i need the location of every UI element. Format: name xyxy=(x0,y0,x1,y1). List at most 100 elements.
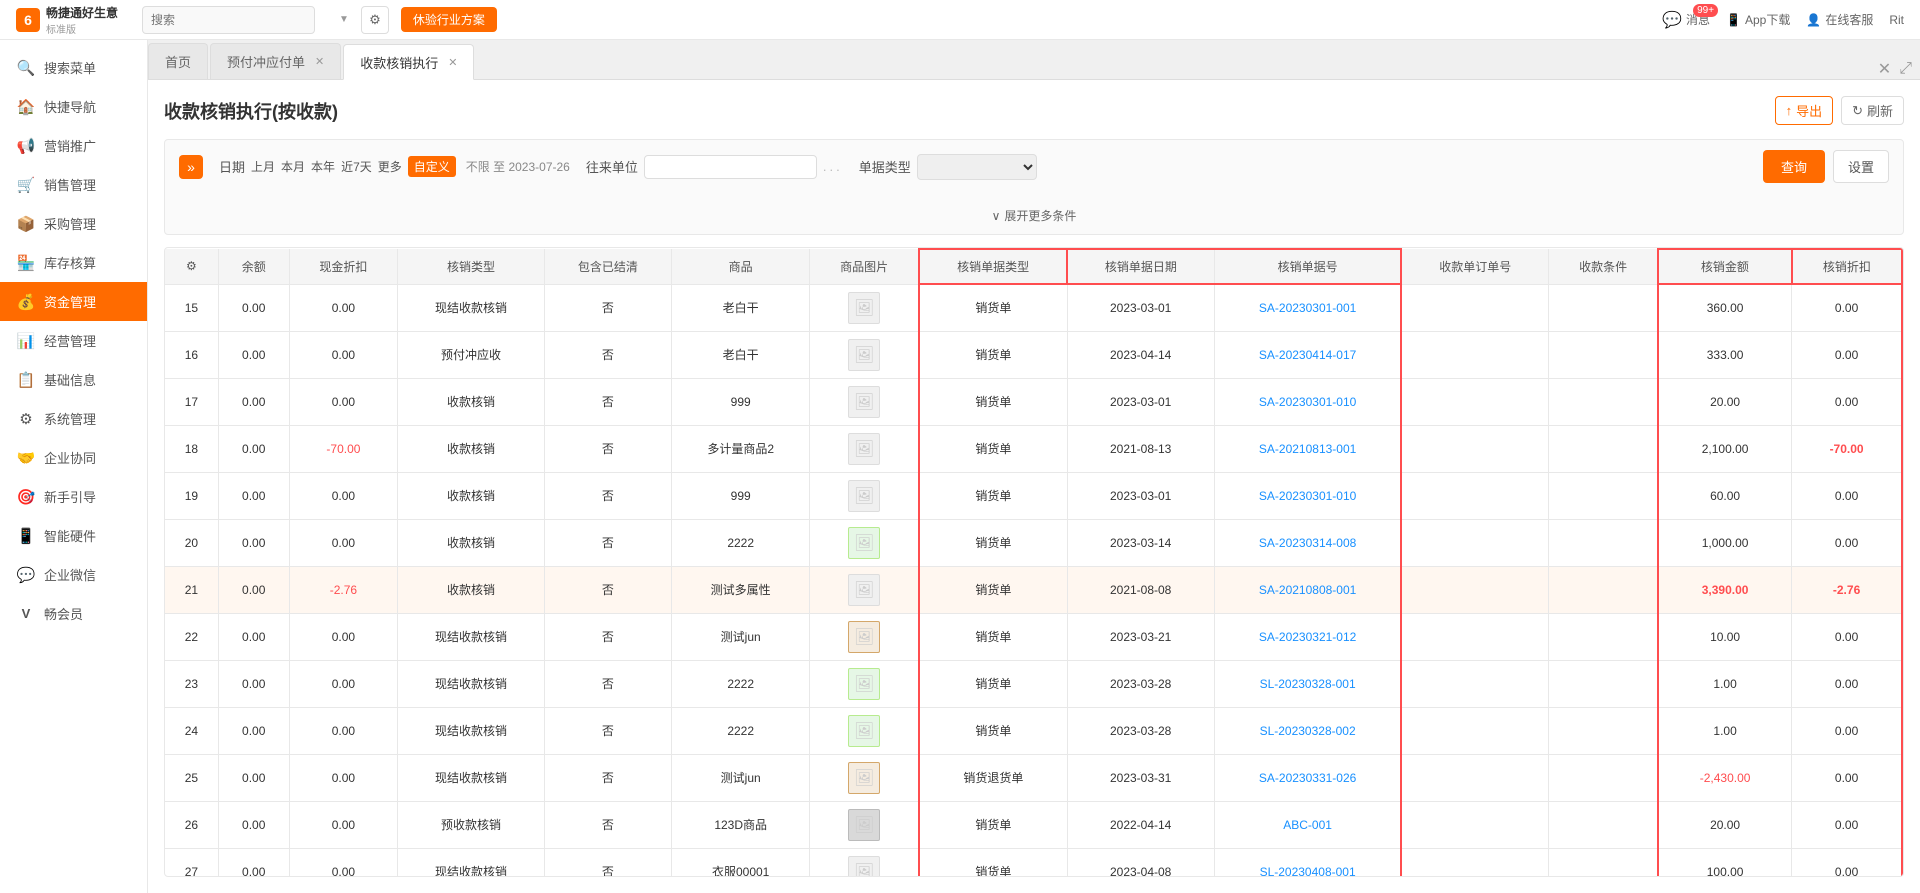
verify-no-link[interactable]: ABC-001 xyxy=(1283,818,1332,832)
td-verify-amount: 100.00 xyxy=(1658,848,1792,877)
basic-info-icon: 📋 xyxy=(16,371,36,389)
table-container[interactable]: ⚙ 余额 现金折扣 核销类型 包含已结清 商品 商品图片 核销单据类型 核销单据… xyxy=(164,247,1904,877)
td-verify-discount: 0.00 xyxy=(1792,519,1902,566)
td-goods: 测试jun xyxy=(672,613,810,660)
sidebar-item-system[interactable]: ⚙ 系统管理 xyxy=(0,399,147,438)
expand-tab-icon[interactable]: ⤢ xyxy=(1899,60,1912,78)
sidebar-item-enterprise-collab[interactable]: 🤝 企业协同 xyxy=(0,438,147,477)
goods-image-placeholder: 🖼 xyxy=(848,621,880,653)
sidebar-item-ops[interactable]: 📊 经营管理 xyxy=(0,321,147,360)
home-icon: 🏠 xyxy=(16,98,36,116)
verify-no-link[interactable]: SL-20230328-002 xyxy=(1260,724,1356,738)
settings-icon[interactable]: ⚙ xyxy=(361,6,389,34)
verify-no-link[interactable]: SA-20210813-001 xyxy=(1259,442,1356,456)
sidebar-item-marketing[interactable]: 📢 营销推广 xyxy=(0,126,147,165)
td-verify-type: 收款核销 xyxy=(398,472,544,519)
verify-no-link[interactable]: SA-20230301-001 xyxy=(1259,301,1356,315)
close-tab-icon[interactable]: ✕ xyxy=(1878,59,1891,79)
sidebar-item-purchase[interactable]: 📦 采购管理 xyxy=(0,204,147,243)
td-receipt-order-no xyxy=(1401,660,1548,707)
sidebar-item-newbie[interactable]: 🎯 新手引导 xyxy=(0,477,147,516)
verify-no-link[interactable]: SA-20230314-008 xyxy=(1259,536,1356,550)
td-verify-discount: 0.00 xyxy=(1792,331,1902,378)
sidebar-item-quick-nav[interactable]: 🏠 快捷导航 xyxy=(0,87,147,126)
date-custom-btn[interactable]: 自定义 xyxy=(408,156,456,177)
td-goods-image: 🖼 xyxy=(810,707,919,754)
verify-no-link[interactable]: SA-20230331-026 xyxy=(1259,771,1356,785)
sidebar-item-enterprise-wechat[interactable]: 💬 企业微信 xyxy=(0,555,147,594)
finance-icon: 💰 xyxy=(16,293,36,311)
query-btn[interactable]: 查询 xyxy=(1763,150,1825,183)
verify-no-link[interactable]: SL-20230408-001 xyxy=(1260,865,1356,878)
td-goods-image: 🖼 xyxy=(810,519,919,566)
td-verify-no: SA-20230301-001 xyxy=(1214,284,1401,331)
verify-no-link[interactable]: SA-20230301-010 xyxy=(1259,395,1356,409)
verify-no-link[interactable]: SA-20210808-001 xyxy=(1259,583,1356,597)
verify-no-link[interactable]: SL-20230328-001 xyxy=(1260,677,1356,691)
tab-close-collection[interactable]: ✕ xyxy=(448,56,457,69)
search-icon: 🔍 xyxy=(16,59,36,77)
tab-close-advance[interactable]: ✕ xyxy=(315,55,324,68)
td-verify-date: 2023-03-01 xyxy=(1067,284,1214,331)
sidebar-item-inventory[interactable]: 🏪 库存核算 xyxy=(0,243,147,282)
from-unit-input[interactable] xyxy=(644,155,817,179)
sidebar-item-finance[interactable]: 💰 资金管理 xyxy=(0,282,147,321)
industry-btn[interactable]: 休验行业方案 xyxy=(401,7,497,32)
td-verify-discount: 0.00 xyxy=(1792,754,1902,801)
filter-toggle-btn[interactable]: » xyxy=(179,155,203,179)
sidebar-item-smart-hw[interactable]: 📱 智能硬件 xyxy=(0,516,147,555)
refresh-btn[interactable]: ↻ 刷新 xyxy=(1841,96,1904,125)
tab-advance-offset[interactable]: 预付冲应付单 ✕ xyxy=(210,43,341,79)
sidebar-item-basic-info[interactable]: 📋 基础信息 xyxy=(0,360,147,399)
search-input[interactable] xyxy=(142,6,315,34)
td-verify-type: 现结收款核销 xyxy=(398,660,544,707)
voucher-type-label: 单据类型 xyxy=(859,157,911,176)
tab-collection-verify[interactable]: 收款核销执行 ✕ xyxy=(343,44,474,80)
message-btn[interactable]: 💬 消息 99+ xyxy=(1662,10,1710,30)
td-receipt-condition xyxy=(1549,472,1658,519)
online-service-btn[interactable]: 👤 在线客服 xyxy=(1806,11,1873,28)
td-verify-amount: 360.00 xyxy=(1658,284,1792,331)
td-goods: 测试jun xyxy=(672,754,810,801)
sidebar: 🔍 搜索菜单 🏠 快捷导航 📢 营销推广 🛒 销售管理 📦 采购管理 🏪 库存核… xyxy=(0,40,148,893)
goods-image-placeholder: 🖼 xyxy=(848,762,880,794)
table-row: 18 0.00 -70.00 收款核销 否 多计量商品2 🖼 销货单 2021-… xyxy=(165,425,1902,472)
td-id: 22 xyxy=(165,613,218,660)
sidebar-item-member[interactable]: V 畅会员 xyxy=(0,594,147,633)
th-settings[interactable]: ⚙ xyxy=(165,249,218,284)
date-opt-7days[interactable]: 近7天 xyxy=(341,158,372,175)
goods-image-placeholder: 🖼 xyxy=(848,433,880,465)
voucher-type-select[interactable] xyxy=(917,154,1037,180)
date-opt-more[interactable]: 更多 xyxy=(378,158,402,175)
expand-conditions-btn[interactable]: ∨ 展开更多条件 xyxy=(179,203,1889,224)
verify-no-link[interactable]: SA-20230321-012 xyxy=(1259,630,1356,644)
top-bar: 6 畅捷通好生意 标准版 ▼ ⚙ 休验行业方案 💬 消息 99+ 📱 App下载… xyxy=(0,0,1920,40)
td-goods-image: 🖼 xyxy=(810,660,919,707)
app-download-btn[interactable]: 📱 App下载 xyxy=(1726,11,1790,28)
verify-no-link[interactable]: SA-20230414-017 xyxy=(1259,348,1356,362)
td-cash-discount: 0.00 xyxy=(289,754,398,801)
verify-no-link[interactable]: SA-20230301-010 xyxy=(1259,489,1356,503)
sidebar-item-sales[interactable]: 🛒 销售管理 xyxy=(0,165,147,204)
goods-image-placeholder: 🖼 xyxy=(848,856,880,878)
td-verify-no: SL-20230328-002 xyxy=(1214,707,1401,754)
td-goods: 999 xyxy=(672,472,810,519)
date-opt-this-year[interactable]: 本年 xyxy=(311,158,335,175)
td-goods-image: 🖼 xyxy=(810,613,919,660)
tab-home[interactable]: 首页 xyxy=(148,43,208,79)
td-include-settled: 否 xyxy=(544,754,672,801)
export-btn[interactable]: ↑ 导出 xyxy=(1775,96,1834,125)
from-unit-label: 往来单位 xyxy=(586,157,638,176)
goods-image-placeholder: 🖼 xyxy=(848,386,880,418)
date-opt-last-month[interactable]: 上月 xyxy=(251,158,275,175)
th-verify-voucher-type: 核销单据类型 xyxy=(919,249,1067,284)
sidebar-item-search-menu[interactable]: 🔍 搜索菜单 xyxy=(0,48,147,87)
td-receipt-condition xyxy=(1549,660,1658,707)
filter-settings-btn[interactable]: 设置 xyxy=(1833,150,1889,183)
table-row: 17 0.00 0.00 收款核销 否 999 🖼 销货单 2023-03-01… xyxy=(165,378,1902,425)
smart-hw-icon: 📱 xyxy=(16,527,36,545)
td-id: 19 xyxy=(165,472,218,519)
td-balance: 0.00 xyxy=(218,378,289,425)
td-verify-date: 2023-03-14 xyxy=(1067,519,1214,566)
date-opt-this-month[interactable]: 本月 xyxy=(281,158,305,175)
